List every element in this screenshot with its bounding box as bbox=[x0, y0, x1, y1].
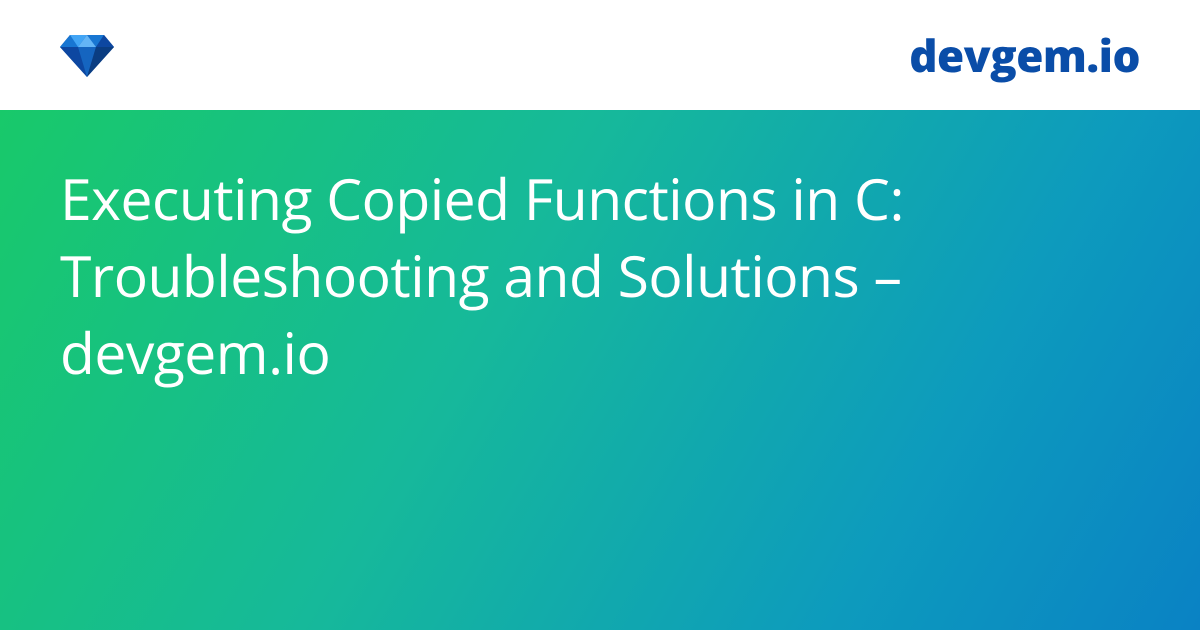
brand-text: devgem.io bbox=[909, 25, 1140, 85]
gem-icon bbox=[60, 31, 114, 79]
page-title: Executing Copied Functions in C: Trouble… bbox=[60, 160, 960, 391]
header: devgem.io bbox=[0, 0, 1200, 110]
hero-banner: Executing Copied Functions in C: Trouble… bbox=[0, 110, 1200, 630]
